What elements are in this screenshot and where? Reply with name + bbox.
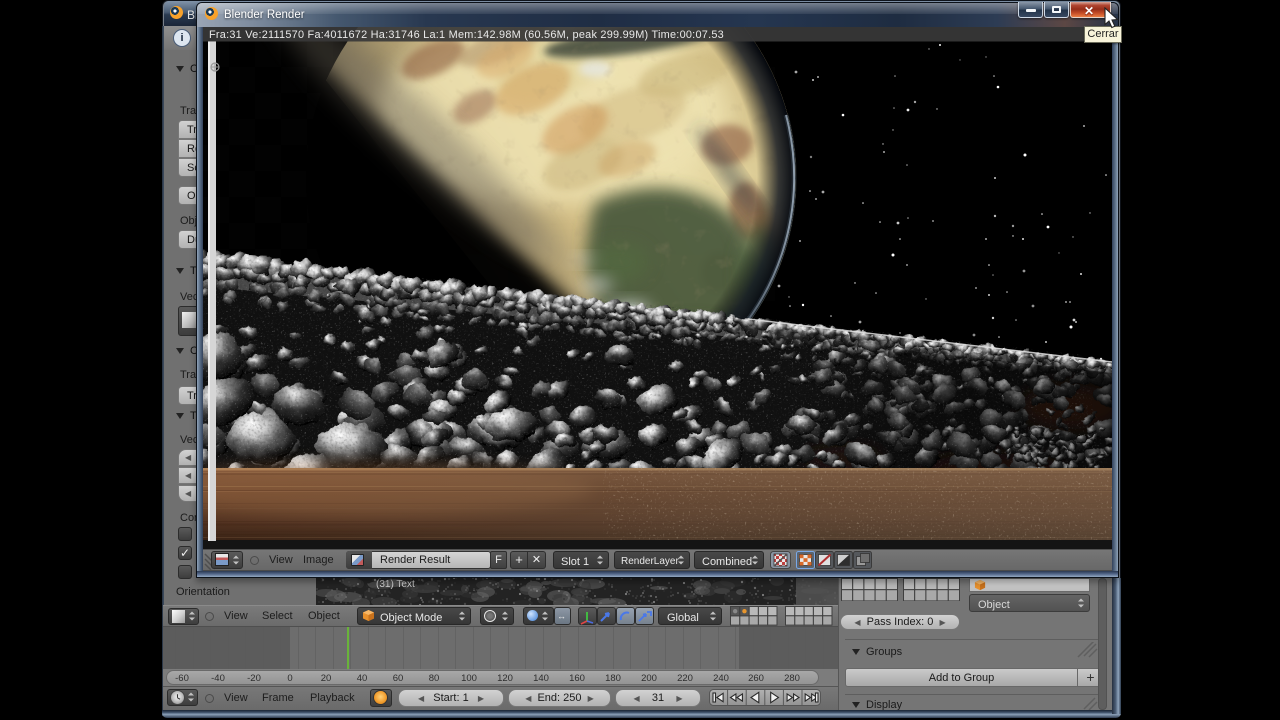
svg-text:Fra:31 Ve:2111570 Fa:4011672: Fra:31 Ve:2111570 Fa:4011672 Ha:31746 La… <box>209 29 724 41</box>
